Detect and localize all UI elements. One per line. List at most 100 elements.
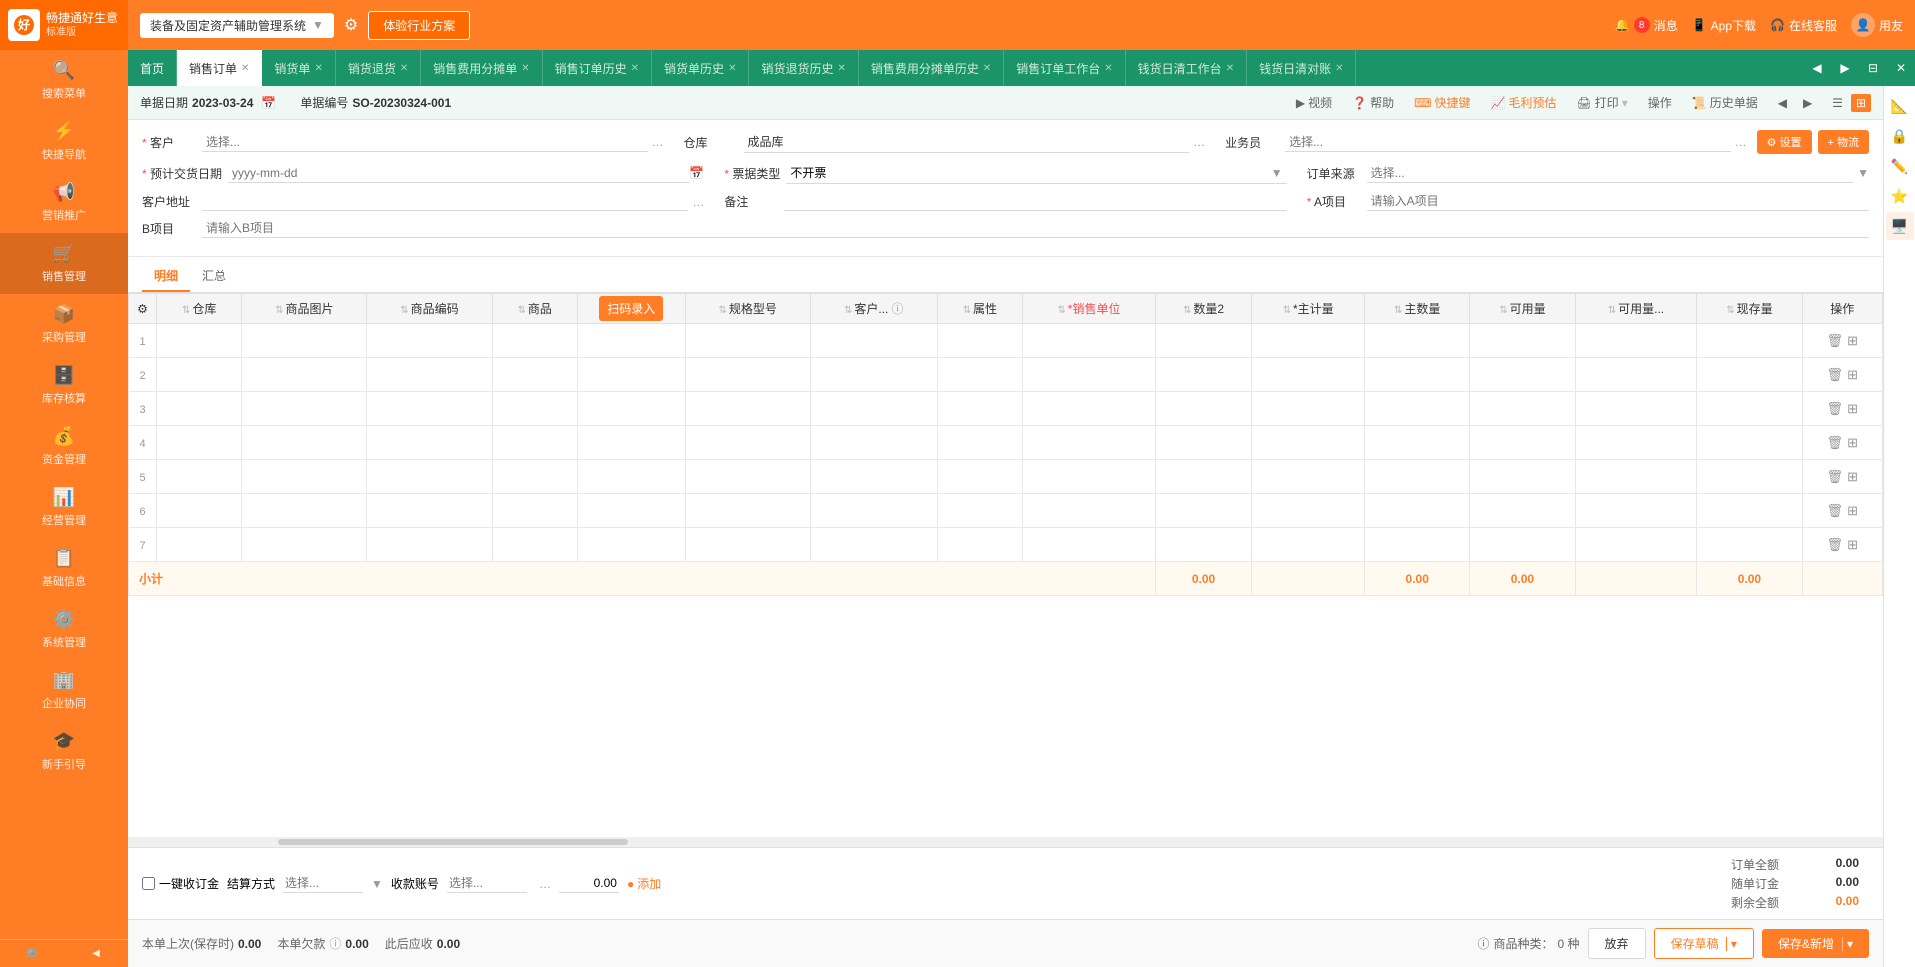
row-product-cell[interactable]	[492, 392, 577, 426]
save-draft-arrow[interactable]: ▾	[1726, 937, 1737, 951]
sidebar-item-quick-nav[interactable]: ⚡ 快捷导航	[0, 111, 128, 172]
row-main-quantity-cell[interactable]	[1365, 324, 1470, 358]
tabs-nav-left[interactable]: ◀	[1803, 50, 1831, 86]
online-service-link[interactable]: 🎧 在线客服	[1770, 17, 1837, 34]
row-product-cell[interactable]	[492, 528, 577, 562]
print-btn[interactable]: 🖨 打印 ▾	[1570, 92, 1633, 113]
sidebar-item-guide[interactable]: 🎓 新手引导	[0, 721, 128, 782]
tab-sales-order-workbench[interactable]: 销售订单工作台 ✕	[1004, 50, 1125, 86]
tab-sales-expense-history[interactable]: 销售费用分摊单历史 ✕	[859, 50, 1004, 86]
row-available-more-cell[interactable]	[1575, 494, 1697, 528]
sidebar-item-purchase[interactable]: 📦 采购管理	[0, 294, 128, 355]
sidebar-item-base[interactable]: 📋 基础信息	[0, 538, 128, 599]
row-warehouse-cell[interactable]	[157, 358, 242, 392]
customer-address-input[interactable]	[202, 192, 688, 211]
row-warehouse-cell[interactable]	[157, 426, 242, 460]
customer-input[interactable]	[202, 133, 648, 152]
industry-btn[interactable]: 体验行业方案	[368, 11, 470, 40]
row-delete-btn[interactable]: 🗑	[1827, 537, 1844, 553]
right-panel-screen-btn[interactable]: 🖥️	[1886, 212, 1914, 240]
row-sales-unit-cell[interactable]	[1023, 426, 1156, 460]
discard-btn[interactable]: 放弃	[1588, 928, 1646, 959]
scan-input-btn[interactable]: 扫码录入	[599, 296, 663, 321]
add-payment-btn[interactable]: ● 添加	[627, 875, 661, 892]
save-new-arrow[interactable]: ▾	[1842, 937, 1853, 951]
settings-btn[interactable]: ⚙ 设置	[1757, 130, 1812, 154]
invoice-type-select[interactable]: 不开票 ▼	[786, 162, 1286, 184]
sidebar-settings-btn[interactable]: ⚙️	[0, 940, 64, 967]
date-calendar-icon[interactable]: 📅	[261, 96, 276, 110]
row-copy-btn[interactable]: ⊞	[1847, 401, 1858, 417]
row-quantity2-cell[interactable]	[1155, 324, 1251, 358]
row-sales-unit-cell[interactable]	[1023, 324, 1156, 358]
remark-input[interactable]	[784, 192, 1286, 211]
tab-sales-return-history[interactable]: 销货退货历史 ✕	[749, 50, 858, 86]
tab-summary[interactable]: 汇总	[190, 261, 238, 292]
row-spec-type-cell[interactable]	[685, 528, 810, 562]
col-settings[interactable]: ⚙	[129, 294, 157, 324]
print-dropdown-icon[interactable]: ▾	[1622, 96, 1628, 110]
row-spec-type-cell[interactable]	[685, 324, 810, 358]
row-attributes-cell[interactable]	[937, 460, 1022, 494]
row-product-code-cell[interactable]	[367, 528, 492, 562]
row-stock-qty-cell[interactable]	[1697, 460, 1802, 494]
row-customer-code-cell[interactable]	[810, 528, 937, 562]
add-goods-btn[interactable]: + 物流	[1818, 130, 1869, 154]
receipt-amount-input[interactable]	[559, 874, 619, 893]
row-main-unit-cell[interactable]	[1252, 358, 1365, 392]
b-project-input[interactable]	[202, 219, 1869, 238]
sidebar-item-inventory[interactable]: 🗄️ 库存核算	[0, 355, 128, 416]
row-copy-btn[interactable]: ⊞	[1847, 333, 1858, 349]
row-customer-code-cell[interactable]	[810, 358, 937, 392]
row-quantity2-cell[interactable]	[1155, 528, 1251, 562]
row-available-more-cell[interactable]	[1575, 460, 1697, 494]
row-quantity2-cell[interactable]	[1155, 494, 1251, 528]
tab-close-sales-goods[interactable]: ✕	[314, 63, 322, 74]
one-click-checkbox-label[interactable]: 一键收订金	[142, 875, 219, 892]
tab-close-cash-daily-account[interactable]: ✕	[1335, 63, 1343, 74]
customer-address-more-btn[interactable]: …	[692, 195, 704, 209]
tab-close-sales-order-history[interactable]: ✕	[631, 63, 639, 74]
receipt-account-more-btn[interactable]: …	[539, 877, 551, 891]
row-main-unit-cell[interactable]	[1252, 324, 1365, 358]
shortcut-btn[interactable]: ⌨ 快捷键	[1408, 92, 1476, 113]
row-warehouse-cell[interactable]	[157, 324, 242, 358]
tab-close-sales-return[interactable]: ✕	[400, 63, 408, 74]
view-btn[interactable]: ▶ 视频	[1290, 92, 1338, 113]
save-new-btn[interactable]: 保存&新增 ▾	[1762, 929, 1869, 958]
row-quantity2-cell[interactable]	[1155, 460, 1251, 494]
row-attributes-cell[interactable]	[937, 528, 1022, 562]
row-warehouse-cell[interactable]	[157, 494, 242, 528]
sidebar-item-finance[interactable]: 💰 资金管理	[0, 416, 128, 477]
row-product-cell[interactable]	[492, 494, 577, 528]
row-warehouse-cell[interactable]	[157, 460, 242, 494]
row-delete-btn[interactable]: 🗑	[1827, 367, 1844, 383]
sidebar-item-operations[interactable]: 📊 经营管理	[0, 477, 128, 538]
row-product-code-cell[interactable]	[367, 460, 492, 494]
row-product-code-cell[interactable]	[367, 358, 492, 392]
toolbar-list-view-btn[interactable]: ☰	[1826, 94, 1849, 112]
row-spec-type-cell[interactable]	[685, 358, 810, 392]
a-project-input[interactable]	[1367, 192, 1869, 211]
order-source-input[interactable]	[1367, 164, 1853, 183]
row-main-quantity-cell[interactable]	[1365, 392, 1470, 426]
user-menu[interactable]: 👤 用友	[1851, 13, 1903, 37]
row-available-qty-cell[interactable]	[1470, 494, 1575, 528]
tab-sales-order-history[interactable]: 销售订单历史 ✕	[543, 50, 652, 86]
tab-close-sales-return-history[interactable]: ✕	[837, 63, 845, 74]
row-available-qty-cell[interactable]	[1470, 358, 1575, 392]
customer-more-btn[interactable]: …	[652, 135, 664, 149]
row-stock-qty-cell[interactable]	[1697, 494, 1802, 528]
tab-close-sales-expense-split[interactable]: ✕	[521, 63, 529, 74]
row-quantity2-cell[interactable]	[1155, 392, 1251, 426]
receipt-account-select[interactable]	[447, 874, 527, 893]
help-btn[interactable]: ❓ 帮助	[1346, 92, 1400, 113]
tab-close-sales-goods-history[interactable]: ✕	[728, 63, 736, 74]
row-customer-code-cell[interactable]	[810, 324, 937, 358]
tab-sales-goods[interactable]: 销货单 ✕	[262, 50, 335, 86]
salesperson-input[interactable]	[1285, 133, 1731, 152]
row-sales-unit-cell[interactable]	[1023, 392, 1156, 426]
row-stock-qty-cell[interactable]	[1697, 392, 1802, 426]
save-draft-btn[interactable]: 保存草稿 ▾	[1654, 928, 1754, 959]
sidebar-item-search[interactable]: 🔍 搜索菜单	[0, 50, 128, 111]
